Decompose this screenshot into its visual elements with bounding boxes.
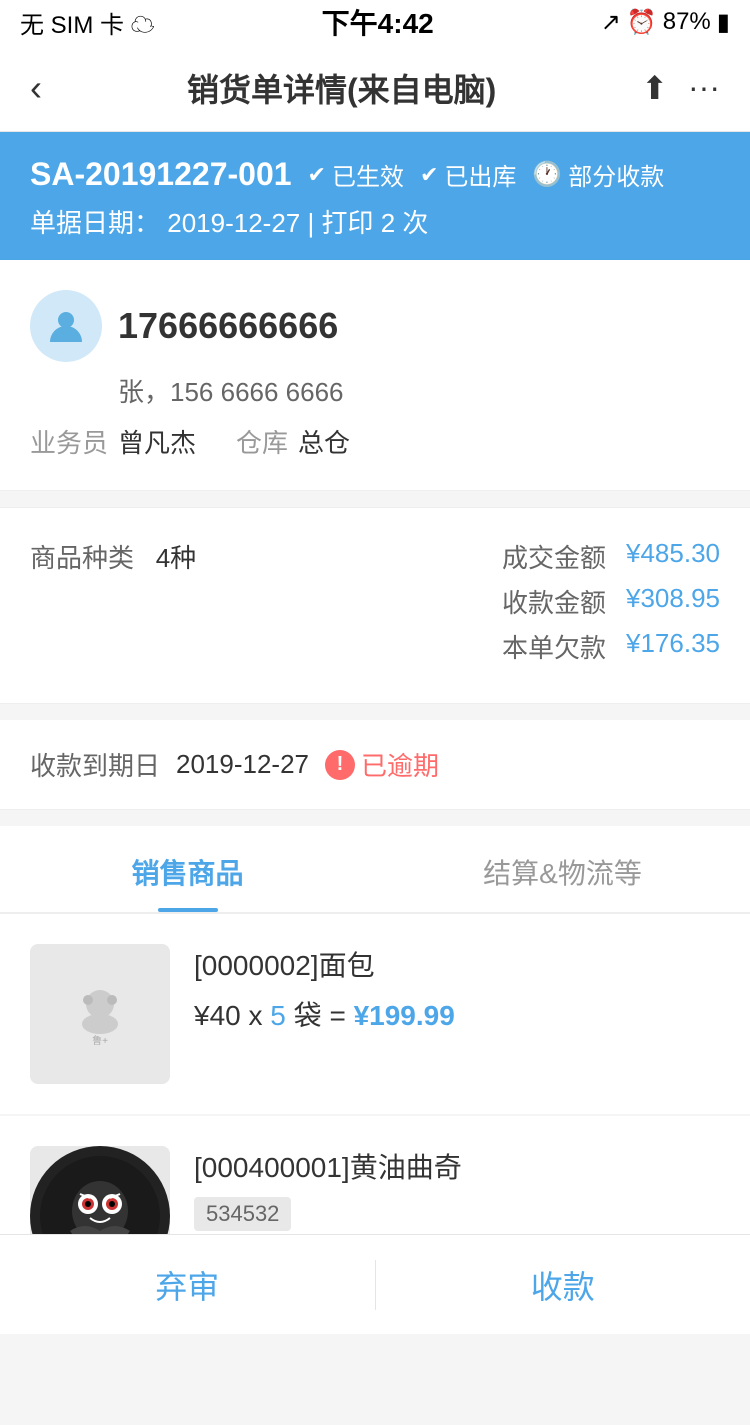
check-icon-2: ✔: [420, 162, 438, 188]
nav-bar: ‹ 销货单详情(来自电脑) ⬆ ···: [0, 44, 750, 132]
warehouse-value: 总仓: [298, 423, 350, 460]
product-image-1: 鲁+: [30, 944, 170, 1084]
battery-icon: ▮: [717, 8, 730, 37]
list-item: 鲁+ [0000002]面包 ¥40 x 5 袋 = ¥199.99: [0, 914, 750, 1114]
owed-value: ¥176.35: [626, 628, 720, 665]
customer-phone: 17666666666: [118, 305, 338, 347]
product-name-2: [000400001]黄油曲奇: [194, 1146, 720, 1186]
header-banner: SA-20191227-001 ✔ 已生效 ✔ 已出库 🕐 部分收款 单据日期：…: [0, 132, 750, 260]
stats-right: 成交金额 ¥485.30 收款金额 ¥308.95 本单欠款 ¥176.35: [502, 538, 720, 673]
received-value: ¥308.95: [626, 583, 720, 620]
warehouse-item: 仓库 总仓: [236, 423, 350, 460]
received-row: 收款金额 ¥308.95: [502, 583, 720, 620]
status-right: ↗ ⏰ 87% ▮: [601, 8, 730, 37]
customer-row: 17666666666: [30, 290, 720, 362]
order-id: SA-20191227-001: [30, 156, 292, 193]
bottom-bar: 弃审 收款: [0, 1234, 750, 1334]
badge-partial-payment: 🕐 部分收款: [532, 157, 664, 192]
product-count: 4种: [156, 543, 196, 573]
clock-icon: 🕐: [532, 160, 562, 189]
due-date-value: 2019-12-27: [176, 749, 309, 780]
product-qty-1: 5: [270, 1000, 286, 1031]
salesperson-value: 曾凡杰: [118, 423, 196, 460]
check-icon-1: ✔: [308, 162, 326, 188]
share-icon[interactable]: ⬆: [641, 69, 668, 107]
badge-active: ✔ 已生效: [308, 157, 404, 192]
tab-settlement[interactable]: 结算&物流等: [375, 826, 750, 912]
status-time: 下午4:42: [322, 2, 434, 42]
customer-meta: 业务员 曾凡杰 仓库 总仓: [30, 423, 720, 460]
battery-label: 87%: [663, 8, 711, 36]
customer-section: 17666666666 张，156 6666 6666 业务员 曾凡杰 仓库 总…: [0, 260, 750, 491]
avatar: [30, 290, 102, 362]
stats-row: 商品种类 4种 成交金额 ¥485.30 收款金额 ¥308.95 本单欠款 ¥…: [30, 538, 720, 673]
tab-active-indicator: [158, 908, 218, 912]
alarm-icon: ⏰: [627, 8, 657, 37]
product-name-1: [0000002]面包: [194, 944, 720, 984]
order-id-row: SA-20191227-001 ✔ 已生效 ✔ 已出库 🕐 部分收款: [30, 156, 720, 193]
product-price-1: ¥40 x 5 袋 = ¥199.99: [194, 994, 720, 1034]
overdue-text: 已逾期: [361, 746, 439, 783]
overdue-badge: ! 已逾期: [325, 746, 439, 783]
stats-left: 商品种类 4种: [30, 538, 196, 575]
due-section: 收款到期日 2019-12-27 ! 已逾期: [0, 720, 750, 810]
tab-sales-products[interactable]: 销售商品: [0, 826, 375, 912]
stats-section: 商品种类 4种 成交金额 ¥485.30 收款金额 ¥308.95 本单欠款 ¥…: [0, 507, 750, 704]
more-icon[interactable]: ···: [688, 69, 720, 106]
tabs-row: 销售商品 结算&物流等: [0, 826, 750, 912]
location-icon: ↗: [601, 8, 621, 37]
due-label: 收款到期日: [30, 746, 160, 783]
page-title: 销货单详情(来自电脑): [187, 65, 496, 111]
product-info-1: [0000002]面包 ¥40 x 5 袋 = ¥199.99: [194, 944, 720, 1034]
status-bar: 无 SIM 卡 ☁ 下午4:42 ↗ ⏰ 87% ▮: [0, 0, 750, 44]
product-total-1: ¥199.99: [354, 1000, 455, 1031]
product-tag-2: 534532: [194, 1197, 291, 1231]
confirm-button[interactable]: 收款: [376, 1242, 750, 1328]
amount-row: 成交金额 ¥485.30: [502, 538, 720, 575]
salesperson-label: 业务员: [30, 423, 108, 460]
overdue-icon: !: [325, 750, 355, 780]
back-button[interactable]: ‹: [30, 67, 42, 109]
badge-shipped: ✔ 已出库: [420, 157, 516, 192]
owed-row: 本单欠款 ¥176.35: [502, 628, 720, 665]
status-left: 无 SIM 卡 ☁: [20, 5, 155, 40]
salesperson-item: 业务员 曾凡杰: [30, 423, 196, 460]
amount-value: ¥485.30: [626, 538, 720, 575]
nav-actions: ⬆ ···: [641, 69, 720, 107]
customer-name: 张，156 6666 6666: [30, 372, 720, 409]
svg-text:鲁+: 鲁+: [92, 1034, 108, 1047]
tabs-section: 销售商品 结算&物流等: [0, 826, 750, 914]
cancel-button[interactable]: 弃审: [0, 1242, 375, 1328]
warehouse-label: 仓库: [236, 423, 288, 460]
order-date-row: 单据日期： 2019-12-27 | 打印 2 次: [30, 203, 720, 240]
sim-label: 无 SIM 卡 ☁: [20, 5, 155, 40]
